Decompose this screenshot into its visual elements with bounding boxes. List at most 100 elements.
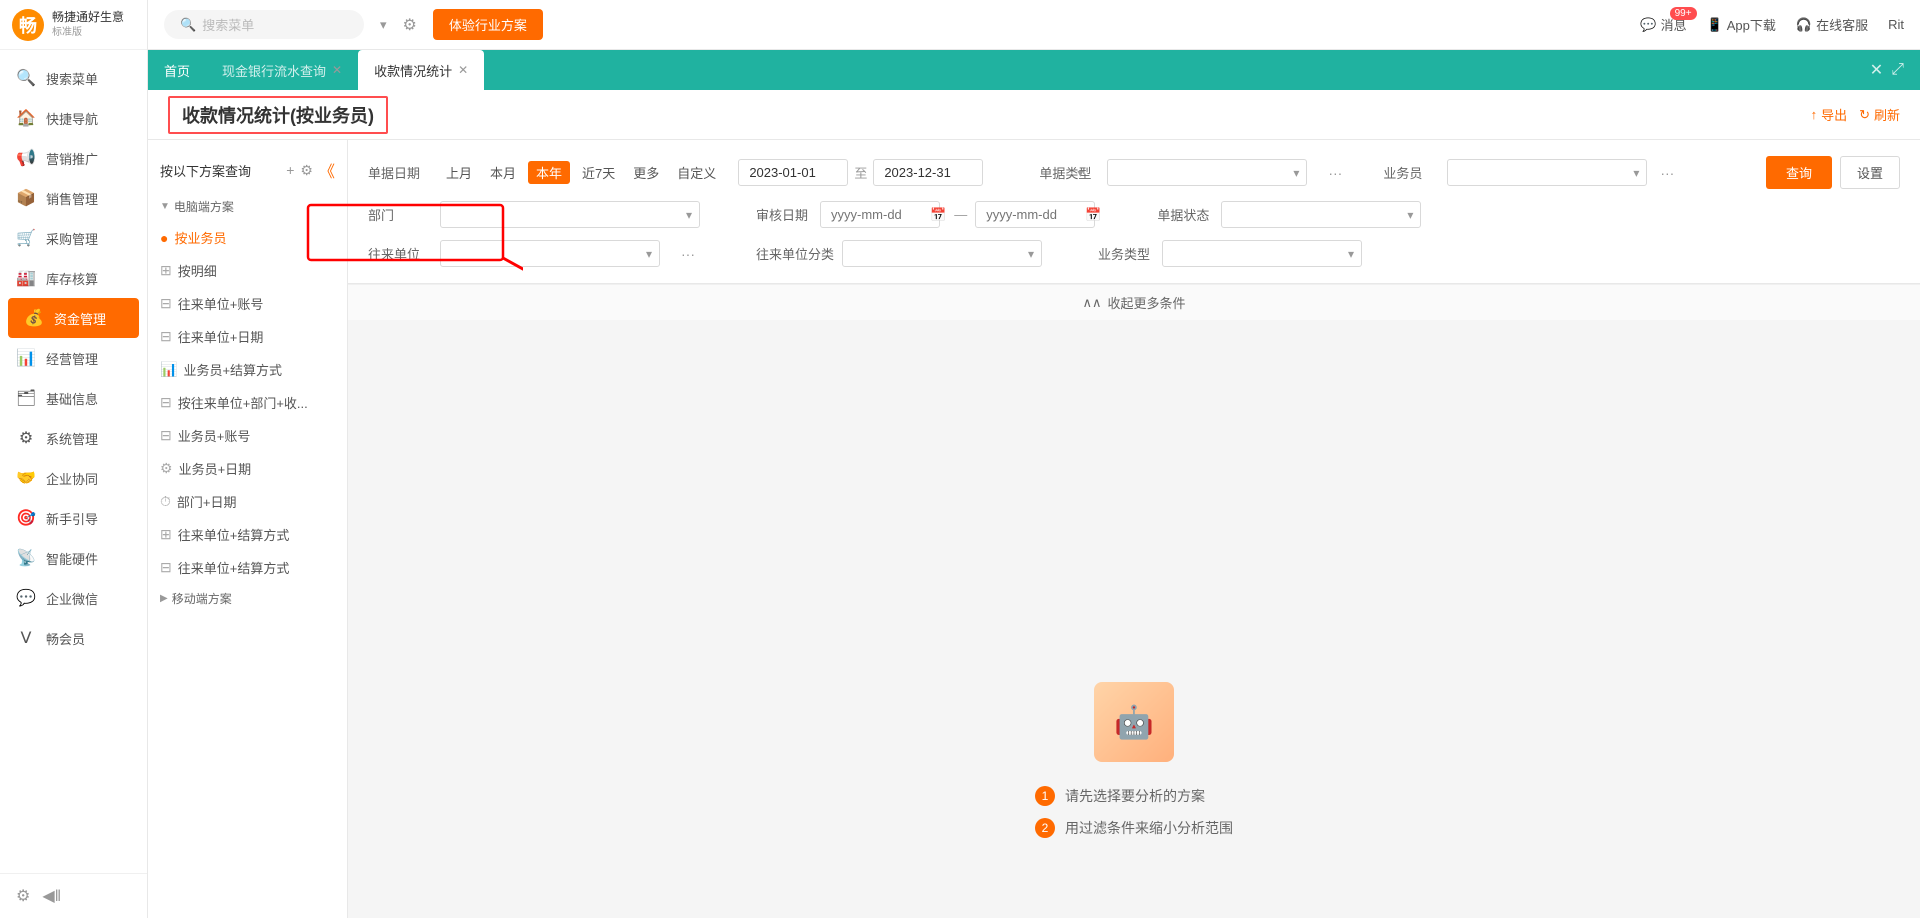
tree-item-unit-settle2[interactable]: ⊟ 往来单位+结算方式: [148, 551, 347, 584]
sidebar-item-member[interactable]: Ⅴ 畅会员: [0, 618, 147, 658]
counterpart-classify-group: 往来单位分类: [756, 240, 1042, 267]
audit-date-icon-start: 📅: [930, 207, 946, 223]
right-panel: 单据日期 上月 本月 本年 近7天 更多 自定义 2023-01-01 至 20…: [348, 140, 1920, 918]
tree-item-dept-date[interactable]: ⏱ 部门+日期: [148, 485, 347, 518]
tab-collection-stats-close[interactable]: ✕: [458, 63, 468, 77]
tab-maximize-icon[interactable]: ⤢: [1891, 61, 1904, 79]
staff-more-icon[interactable]: ···: [1655, 160, 1679, 186]
tab-collection-stats[interactable]: 收款情况统计 ✕: [358, 50, 484, 90]
shortcut-last-7days[interactable]: 近7天: [576, 161, 621, 184]
sidebar-item-guide[interactable]: 🎯 新手引导: [0, 498, 147, 538]
sidebar-item-operation[interactable]: 📊 经营管理: [0, 338, 147, 378]
dept-select-wrapper: [440, 201, 700, 228]
panel-settings-icon[interactable]: ⚙: [300, 162, 313, 179]
online-service-button[interactable]: 🎧 在线客服: [1796, 15, 1868, 34]
sidebar-item-search-menu[interactable]: 🔍 搜索菜单: [0, 58, 147, 98]
topbar-gear-icon[interactable]: ⚙: [403, 15, 417, 35]
basic-info-icon: 🗂: [16, 388, 36, 408]
staff-date-icon: ⚙: [160, 460, 173, 477]
search-menu-icon: 🔍: [16, 68, 36, 88]
refresh-button[interactable]: ↻ 刷新: [1859, 105, 1900, 124]
sidebar-item-wechat[interactable]: 💬 企业微信: [0, 578, 147, 618]
voucher-type-select[interactable]: [1107, 159, 1307, 186]
sidebar-item-finance[interactable]: 💰 资金管理: [8, 298, 139, 338]
sidebar-item-basic-info[interactable]: 🗂 基础信息: [0, 378, 147, 418]
empty-robot-box: 🤖: [1094, 682, 1174, 762]
tab-bank-flow-close[interactable]: ✕: [332, 63, 342, 77]
shortcut-this-month[interactable]: 本月: [484, 161, 522, 184]
counterpart-more-icon[interactable]: ···: [676, 241, 700, 267]
date-shortcut-group: 上月 本月 本年 近7天 更多 自定义: [440, 161, 722, 184]
sidebar-settings-icon[interactable]: ⚙: [16, 886, 30, 906]
collapse-bar[interactable]: ∧∧ 收起更多条件: [348, 284, 1920, 320]
purchase-icon: 🛒: [16, 228, 36, 248]
biz-type-select[interactable]: [1162, 240, 1362, 267]
tree-item-unit-dept-coll[interactable]: ⊟ 按往来单位+部门+收...: [148, 386, 347, 419]
tree-item-unit-account[interactable]: ⊟ 往来单位+账号: [148, 287, 347, 320]
panel-collapse-icon[interactable]: 《: [319, 158, 335, 182]
left-panel: 按以下方案查询 + ⚙ 《 ▼ 电脑端方案 ● 按业务员 ⊞ 按明细: [148, 140, 348, 918]
filter-actions: 查询 设置: [1766, 156, 1900, 189]
tree-section-mobile: ▶ 移动端方案: [148, 584, 347, 613]
shortcut-more[interactable]: 更多: [627, 161, 665, 184]
tree-item-by-staff[interactable]: ● 按业务员: [148, 221, 347, 254]
tree-item-unit-settle1[interactable]: ⊞ 往来单位+结算方式: [148, 518, 347, 551]
tree-chevron-desktop[interactable]: ▼: [160, 201, 170, 212]
staff-label: 业务员: [1383, 163, 1439, 182]
setting-button[interactable]: 设置: [1840, 156, 1900, 189]
sidebar-item-enterprise[interactable]: 🤝 企业协同: [0, 458, 147, 498]
date-start-input[interactable]: 2023-01-01: [738, 159, 848, 186]
user-avatar[interactable]: Rit: [1888, 17, 1904, 32]
tree-item-staff-account[interactable]: ⊟ 业务员+账号: [148, 419, 347, 452]
sidebar-item-purchase[interactable]: 🛒 采购管理: [0, 218, 147, 258]
trial-button[interactable]: 体验行业方案: [433, 9, 543, 40]
message-button[interactable]: 💬 消息 99+: [1640, 15, 1686, 34]
topbar-search[interactable]: 🔍 搜索菜单: [164, 10, 364, 39]
tab-close-all-icon[interactable]: ✕: [1870, 60, 1883, 80]
app-download-button[interactable]: 📱 App下载: [1707, 15, 1776, 34]
staff-select[interactable]: [1447, 159, 1647, 186]
panel-add-icon[interactable]: +: [286, 162, 294, 178]
tab-bank-flow[interactable]: 现金银行流水查询 ✕: [206, 50, 358, 90]
doc-status-select[interactable]: [1221, 201, 1421, 228]
audit-label: 审核日期: [756, 205, 812, 224]
dept-select[interactable]: [440, 201, 700, 228]
counterpart-classify-select[interactable]: [842, 240, 1042, 267]
panel-header: 按以下方案查询 + ⚙ 《: [148, 152, 347, 192]
date-separator: 至: [854, 163, 867, 182]
voucher-type-wrapper: 单据类型: [1039, 163, 1091, 182]
sidebar-item-smart-hw[interactable]: 📡 智能硬件: [0, 538, 147, 578]
query-button[interactable]: 查询: [1766, 156, 1832, 189]
logo-area: 畅 畅捷通好生意 标准版: [0, 0, 147, 50]
staff-account-icon: ⊟: [160, 427, 172, 444]
tab-home[interactable]: 首页: [148, 50, 206, 90]
shortcut-this-year[interactable]: 本年: [528, 161, 570, 184]
export-button[interactable]: ↑ 导出: [1811, 105, 1848, 124]
marketing-icon: 📢: [16, 148, 36, 168]
export-icon: ↑: [1811, 107, 1818, 122]
shortcut-custom[interactable]: 自定义: [671, 161, 722, 184]
date-end-input[interactable]: 2023-12-31: [873, 159, 983, 186]
counterpart-select[interactable]: [440, 240, 660, 267]
tree-item-staff-date[interactable]: ⚙ 业务员+日期: [148, 452, 347, 485]
tree-chevron-mobile[interactable]: ▶: [160, 593, 168, 604]
topbar-chevron-icon[interactable]: ▾: [380, 17, 387, 33]
member-icon: Ⅴ: [16, 628, 36, 648]
sidebar-item-system[interactable]: ⚙ 系统管理: [0, 418, 147, 458]
voucher-type-more-icon[interactable]: ···: [1323, 160, 1347, 186]
tree-item-unit-date[interactable]: ⊟ 往来单位+日期: [148, 320, 347, 353]
tree-item-staff-settle[interactable]: 📊 业务员+结算方式: [148, 353, 347, 386]
empty-icon: 🤖: [1084, 662, 1184, 762]
audit-start-input[interactable]: [820, 201, 940, 228]
date-label: 单据日期: [368, 163, 424, 182]
audit-end-input[interactable]: [975, 201, 1095, 228]
sidebar-item-marketing[interactable]: 📢 营销推广: [0, 138, 147, 178]
sidebar-collapse-icon[interactable]: ◀‖: [42, 886, 61, 906]
smart-hw-icon: 📡: [16, 548, 36, 568]
sidebar-item-sales[interactable]: 📦 销售管理: [0, 178, 147, 218]
sidebar-item-inventory[interactable]: 🏭 库存核算: [0, 258, 147, 298]
message-icon: 💬: [1640, 17, 1656, 33]
shortcut-last-month[interactable]: 上月: [440, 161, 478, 184]
sidebar-item-quick-nav[interactable]: 🏠 快捷导航: [0, 98, 147, 138]
tree-item-by-detail[interactable]: ⊞ 按明细: [148, 254, 347, 287]
